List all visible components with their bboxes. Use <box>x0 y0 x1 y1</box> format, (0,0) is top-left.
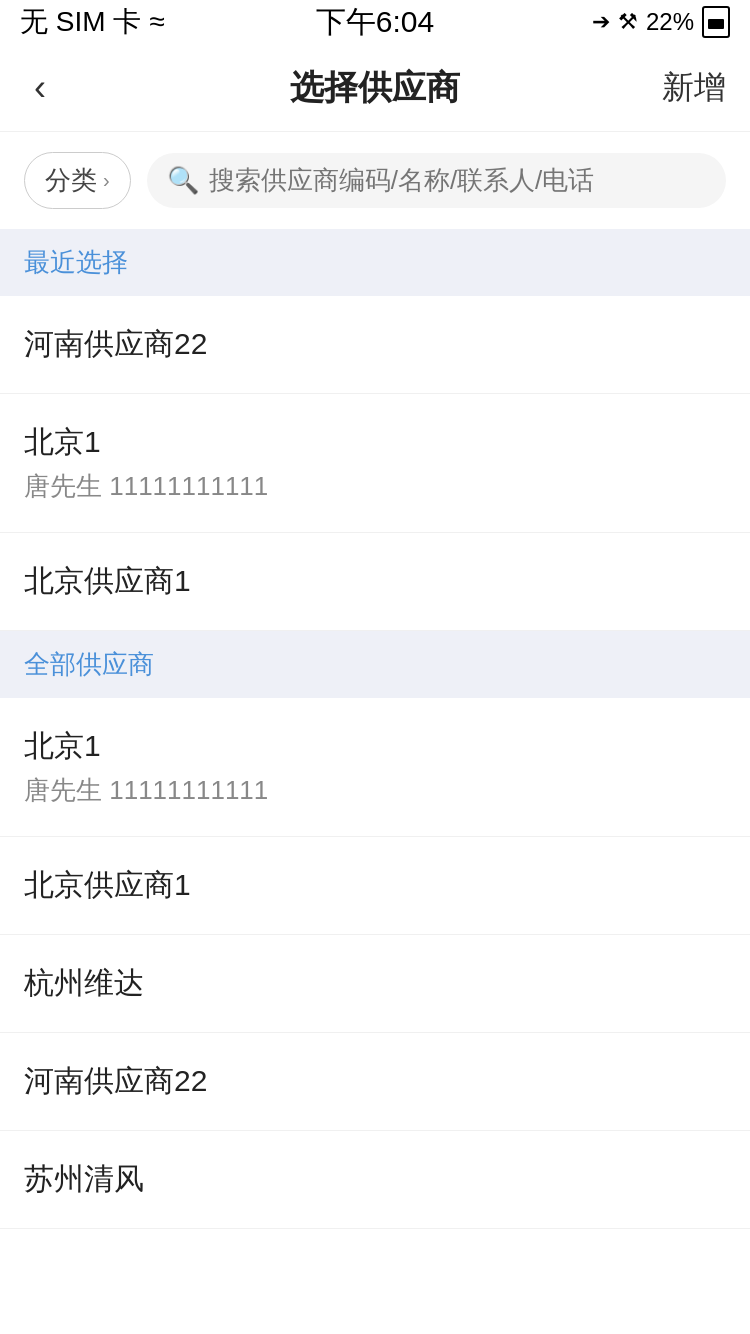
list-item[interactable]: 河南供应商22 <box>0 296 750 394</box>
item-detail: 唐先生 11111111111 <box>24 773 726 808</box>
location-icon: ➔ <box>592 9 610 35</box>
item-name: 北京1 <box>24 726 726 767</box>
battery-icon <box>702 6 730 38</box>
battery-label: 22% <box>646 8 694 36</box>
item-name: 杭州维达 <box>24 963 726 1004</box>
sections-container: 最近选择河南供应商22 北京1 唐先生 11111111111 北京供应商1 全部供应商… <box>0 229 750 1229</box>
alarm-icon: ⚒ <box>618 9 638 35</box>
item-name: 北京1 <box>24 422 726 463</box>
chevron-right-icon: › <box>103 169 110 192</box>
page-title: 选择供应商 <box>290 65 460 111</box>
section-header-all: 全部供应商 <box>0 631 750 698</box>
wifi-icon: ≈ <box>149 6 164 38</box>
status-right: ➔ ⚒ 22% <box>592 6 730 38</box>
item-name: 河南供应商22 <box>24 1061 726 1102</box>
status-left: 无 SIM 卡 ≈ <box>20 3 165 41</box>
status-time: 下午6:04 <box>316 2 434 43</box>
category-button[interactable]: 分类 › <box>24 152 131 209</box>
list-item[interactable]: 杭州维达 <box>0 935 750 1033</box>
search-wrapper: 🔍 <box>147 153 726 208</box>
sim-label: 无 SIM 卡 <box>20 3 141 41</box>
list-item[interactable]: 北京1 唐先生 11111111111 <box>0 394 750 533</box>
item-detail: 唐先生 11111111111 <box>24 469 726 504</box>
back-button[interactable]: ‹ <box>24 57 56 119</box>
search-input[interactable] <box>209 165 706 196</box>
search-icon: 🔍 <box>167 165 199 196</box>
list-item[interactable]: 北京供应商1 <box>0 837 750 935</box>
list-item[interactable]: 苏州清风 <box>0 1131 750 1229</box>
item-name: 河南供应商22 <box>24 324 726 365</box>
item-name: 北京供应商1 <box>24 865 726 906</box>
list-item[interactable]: 河南供应商22 <box>0 1033 750 1131</box>
nav-bar: ‹ 选择供应商 新增 <box>0 44 750 132</box>
category-label: 分类 <box>45 163 97 198</box>
item-name: 北京供应商1 <box>24 561 726 602</box>
section-header-recent: 最近选择 <box>0 229 750 296</box>
list-item[interactable]: 北京1 唐先生 11111111111 <box>0 698 750 837</box>
item-name: 苏州清风 <box>24 1159 726 1200</box>
list-item[interactable]: 北京供应商1 <box>0 533 750 631</box>
add-button[interactable]: 新增 <box>662 66 726 110</box>
status-bar: 无 SIM 卡 ≈ 下午6:04 ➔ ⚒ 22% <box>0 0 750 44</box>
search-bar: 分类 › 🔍 <box>0 132 750 229</box>
